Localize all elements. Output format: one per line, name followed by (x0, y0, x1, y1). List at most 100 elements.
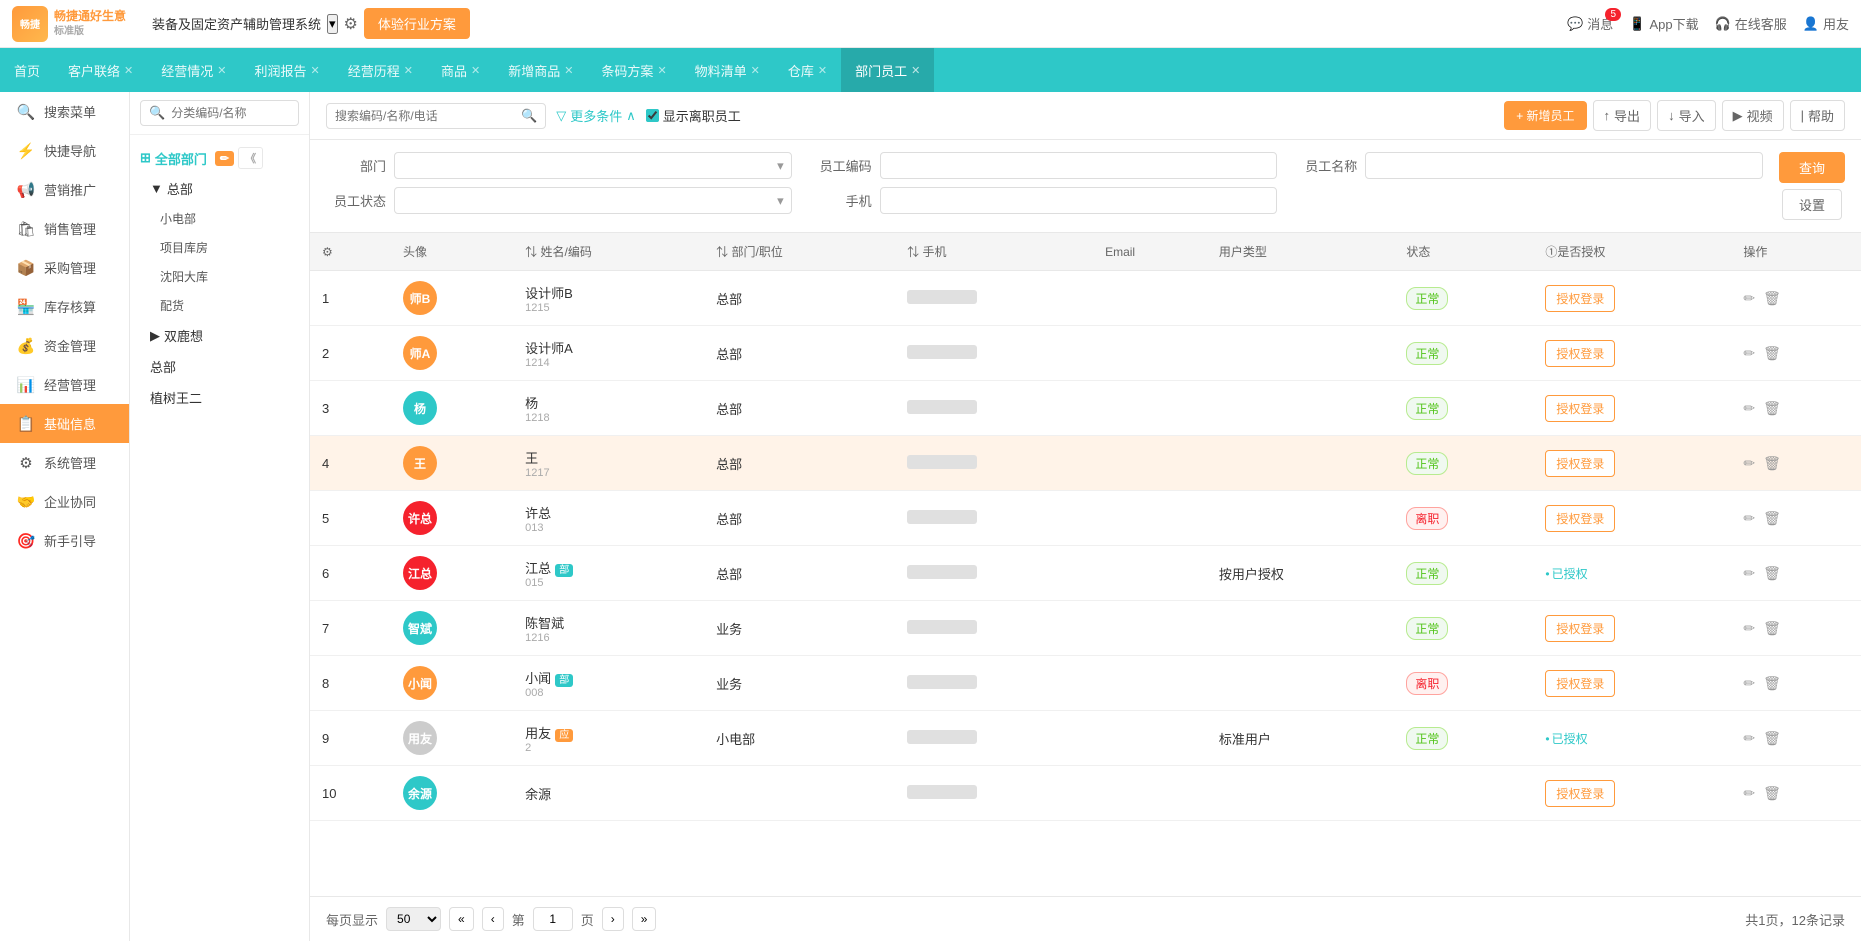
auth-login-btn[interactable]: 授权登录 (1545, 780, 1615, 807)
emp-code-input[interactable] (880, 152, 1278, 179)
delete-icon[interactable]: 🗑 (1763, 510, 1781, 527)
col-phone[interactable]: ⇅ 手机 (895, 233, 1093, 271)
left-nav-item-search-menu[interactable]: 🔍搜索菜单 (0, 92, 129, 131)
auth-login-btn[interactable]: 授权登录 (1545, 505, 1615, 532)
dept-item-zhishu[interactable]: 植树王二 (130, 382, 309, 413)
prev-page-btn[interactable]: ‹ (482, 907, 504, 931)
emp-name-input[interactable] (1365, 152, 1763, 179)
navtab-客户联络[interactable]: 客户联络 ✕ (54, 48, 147, 92)
last-page-btn[interactable]: » (632, 907, 657, 931)
delete-icon[interactable]: 🗑 (1763, 400, 1781, 417)
trial-btn[interactable]: 体验行业方案 (364, 8, 470, 39)
navtab-经营情况[interactable]: 经营情况 ✕ (147, 48, 240, 92)
left-nav-item-finance[interactable]: 💰资金管理 (0, 326, 129, 365)
dept-search-input[interactable] (171, 106, 290, 120)
system-dropdown-btn[interactable]: ▾ (327, 14, 338, 34)
more-conditions-btn[interactable]: ▽ 更多条件 ∧ (556, 106, 636, 125)
delete-icon[interactable]: 🗑 (1763, 565, 1781, 582)
edit-icon[interactable]: ✏ (1743, 620, 1755, 637)
dept-item-zonbu-root[interactable]: ▼ 总部 (130, 173, 309, 204)
delete-icon[interactable]: 🗑 (1763, 675, 1781, 692)
auth-login-btn[interactable]: 授权登录 (1545, 395, 1615, 422)
left-nav-item-operation[interactable]: 📊经营管理 (0, 365, 129, 404)
dept-subitem-peihuo[interactable]: 配货 (130, 291, 309, 320)
close-tab-icon[interactable]: ✕ (471, 64, 480, 77)
help-btn[interactable]: | 帮助 (1790, 100, 1845, 131)
edit-icon[interactable]: ✏ (1743, 455, 1755, 472)
next-page-btn[interactable]: › (602, 907, 624, 931)
close-tab-icon[interactable]: ✕ (818, 64, 827, 77)
navtab-商品[interactable]: 商品 ✕ (427, 48, 494, 92)
add-employee-btn[interactable]: + 新增员工 (1504, 101, 1586, 130)
close-tab-icon[interactable]: ✕ (657, 64, 666, 77)
view-btn[interactable]: ▶ 视频 (1722, 100, 1784, 131)
left-nav-item-guide[interactable]: 🎯新手引导 (0, 521, 129, 560)
query-btn[interactable]: 查询 (1779, 152, 1845, 183)
left-nav-item-sales[interactable]: 🛍销售管理 (0, 209, 129, 248)
close-tab-icon[interactable]: ✕ (404, 64, 413, 77)
navtab-物料清单[interactable]: 物料清单 ✕ (681, 48, 774, 92)
left-nav-item-basic-info[interactable]: 📋基础信息 (0, 404, 129, 443)
edit-icon[interactable]: ✏ (1743, 785, 1755, 802)
messages-btn[interactable]: 💬 消息 5 (1567, 14, 1613, 33)
delete-icon[interactable]: 🗑 (1763, 620, 1781, 637)
edit-icon[interactable]: ✏ (1743, 345, 1755, 362)
navtab-首页[interactable]: 首页 (0, 48, 54, 92)
col-name[interactable]: ⇅ 姓名/编码 (513, 233, 704, 271)
delete-icon[interactable]: 🗑 (1763, 345, 1781, 362)
show-resigned-input[interactable] (646, 109, 659, 122)
dept-subitem-shenyang[interactable]: 沈阳大库 (130, 262, 309, 291)
online-service-btn[interactable]: 🎧 在线客服 (1715, 14, 1787, 33)
dept-subitem-xiaodian[interactable]: 小电部 (130, 204, 309, 233)
dept-subitem-xiangmu[interactable]: 项目库房 (130, 233, 309, 262)
dept-item-shuanglu[interactable]: ▶ 双鹿想 (130, 320, 309, 351)
navtab-部门员工[interactable]: 部门员工 ✕ (841, 48, 934, 92)
navtab-条码方案[interactable]: 条码方案 ✕ (587, 48, 680, 92)
delete-icon[interactable]: 🗑 (1763, 730, 1781, 747)
left-nav-item-system[interactable]: ⚙系统管理 (0, 443, 129, 482)
delete-icon[interactable]: 🗑 (1763, 455, 1781, 472)
close-tab-icon[interactable]: ✕ (124, 64, 133, 77)
navtab-经营历程[interactable]: 经营历程 ✕ (334, 48, 427, 92)
navtab-利润报告[interactable]: 利润报告 ✕ (240, 48, 333, 92)
auth-login-btn[interactable]: 授权登录 (1545, 285, 1615, 312)
left-nav-item-quick-nav[interactable]: ⚡快捷导航 (0, 131, 129, 170)
dept-collapse-btn[interactable]: 《 (238, 147, 263, 169)
auth-login-btn[interactable]: 授权登录 (1545, 340, 1615, 367)
page-number-input[interactable] (533, 907, 573, 931)
left-nav-item-inventory[interactable]: 🏪库存核算 (0, 287, 129, 326)
user-avatar-btn[interactable]: 👤 用友 (1803, 14, 1849, 33)
settings-gear-btn[interactable]: ⚙ (344, 14, 358, 34)
phone-input[interactable] (880, 187, 1278, 214)
dept-item-zonbu2[interactable]: 总部 (130, 351, 309, 382)
export-btn[interactable]: ↑ 导出 (1593, 100, 1652, 131)
delete-icon[interactable]: 🗑 (1763, 785, 1781, 802)
left-nav-item-marketing[interactable]: 📢营销推广 (0, 170, 129, 209)
auth-login-btn[interactable]: 授权登录 (1545, 450, 1615, 477)
navtab-仓库[interactable]: 仓库 ✕ (774, 48, 841, 92)
edit-icon[interactable]: ✏ (1743, 565, 1755, 582)
show-resigned-checkbox[interactable]: 显示离职员工 (646, 106, 741, 125)
close-tab-icon[interactable]: ✕ (911, 64, 920, 77)
per-page-select[interactable]: 5020100 (386, 907, 441, 931)
edit-icon[interactable]: ✏ (1743, 730, 1755, 747)
dept-select[interactable] (394, 152, 792, 179)
col-dept[interactable]: ⇅ 部门/职位 (704, 233, 895, 271)
import-btn[interactable]: ↓ 导入 (1657, 100, 1716, 131)
edit-icon[interactable]: ✏ (1743, 400, 1755, 417)
auth-login-btn[interactable]: 授权登录 (1545, 615, 1615, 642)
close-tab-icon[interactable]: ✕ (217, 64, 226, 77)
dept-search-box[interactable]: 🔍 (140, 100, 299, 126)
set-btn[interactable]: 设置 (1782, 189, 1842, 220)
search-box[interactable]: 🔍 (326, 103, 546, 129)
close-tab-icon[interactable]: ✕ (564, 64, 573, 77)
navtab-新增商品[interactable]: 新增商品 ✕ (494, 48, 587, 92)
all-depts-title[interactable]: ⊞ 全部部门 ✏ 《 (130, 143, 309, 173)
first-page-btn[interactable]: « (449, 907, 474, 931)
search-input[interactable] (335, 109, 515, 123)
edit-icon[interactable]: ✏ (1743, 675, 1755, 692)
left-nav-item-purchase[interactable]: 📦采购管理 (0, 248, 129, 287)
app-download-btn[interactable]: 📱 App下载 (1629, 14, 1698, 33)
auth-login-btn[interactable]: 授权登录 (1545, 670, 1615, 697)
edit-icon[interactable]: ✏ (1743, 510, 1755, 527)
